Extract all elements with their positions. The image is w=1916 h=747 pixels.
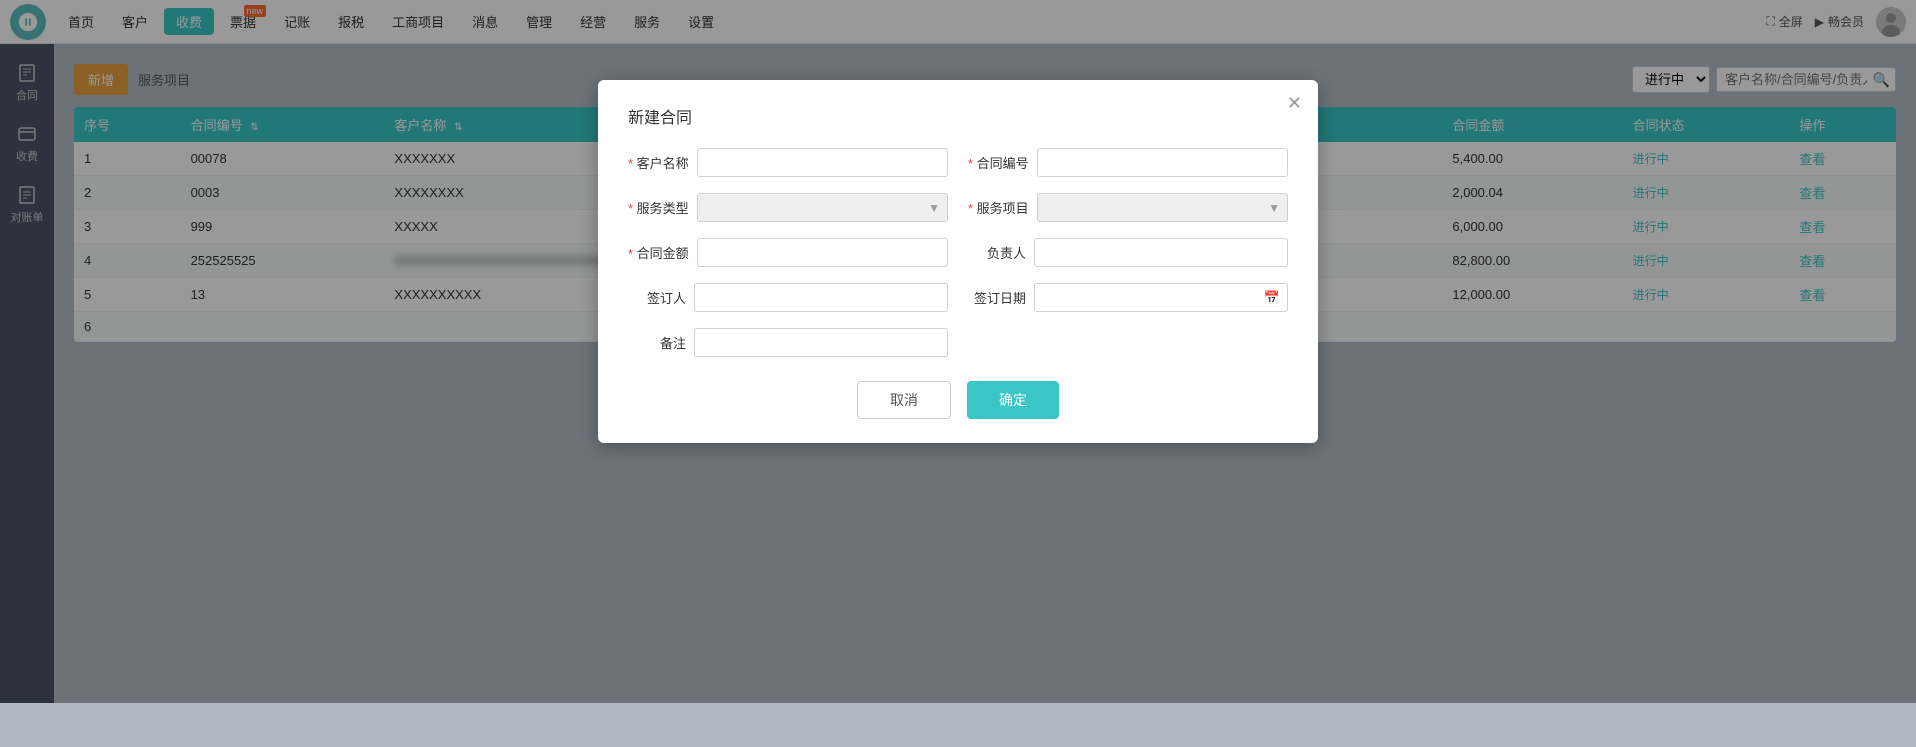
confirm-button[interactable]: 确定: [967, 381, 1059, 419]
remark-input[interactable]: [694, 328, 948, 357]
sign-date-label: 签订日期: [968, 288, 1026, 307]
service-item-label: 服务项目: [968, 198, 1029, 217]
dialog-close-button[interactable]: ✕: [1287, 94, 1302, 112]
remark-group: 备注: [628, 328, 948, 357]
contract-no-label: 合同编号: [968, 153, 1029, 172]
customer-name-label: 客户名称: [628, 153, 689, 172]
sign-date-input[interactable]: 2023-06-06: [1034, 283, 1288, 312]
modal-overlay: 新建合同 ✕ 客户名称 合同编号 服务类型 ▼ 服务项目: [0, 0, 1916, 703]
cancel-button[interactable]: 取消: [857, 381, 951, 419]
dialog-footer: 取消 确定: [628, 381, 1288, 419]
form-row-4: 签订人 签订日期 2023-06-06 📅: [628, 283, 1288, 312]
service-item-select-wrap: ▼: [1037, 193, 1288, 222]
signer-group: 签订人: [628, 283, 948, 312]
signer-label: 签订人: [628, 288, 686, 307]
service-type-label: 服务类型: [628, 198, 689, 217]
responsible-input[interactable]: [1034, 238, 1288, 267]
form-row-2: 服务类型 ▼ 服务项目 ▼: [628, 193, 1288, 222]
sign-date-group: 签订日期 2023-06-06 📅: [968, 283, 1288, 312]
calendar-icon[interactable]: 📅: [1264, 290, 1280, 306]
responsible-group: 负责人: [968, 238, 1288, 267]
amount-label: 合同金额: [628, 243, 689, 262]
service-type-group: 服务类型 ▼: [628, 193, 948, 222]
signer-input[interactable]: [694, 283, 948, 312]
service-type-select[interactable]: [697, 193, 948, 222]
dialog-title: 新建合同: [628, 104, 1288, 128]
service-item-group: 服务项目 ▼: [968, 193, 1288, 222]
service-type-select-wrap: ▼: [697, 193, 948, 222]
responsible-label: 负责人: [968, 243, 1026, 262]
service-item-select[interactable]: [1037, 193, 1288, 222]
remark-label: 备注: [628, 333, 686, 352]
form-row-5: 备注: [628, 328, 1288, 357]
amount-input[interactable]: 0.00: [697, 238, 948, 267]
contract-no-input[interactable]: [1037, 148, 1288, 177]
new-contract-dialog: 新建合同 ✕ 客户名称 合同编号 服务类型 ▼ 服务项目: [598, 80, 1318, 443]
form-row-3: 合同金额 0.00 负责人: [628, 238, 1288, 267]
form-row-1: 客户名称 合同编号: [628, 148, 1288, 177]
contract-no-group: 合同编号: [968, 148, 1288, 177]
amount-group: 合同金额 0.00: [628, 238, 948, 267]
customer-name-input[interactable]: [697, 148, 948, 177]
sign-date-wrap: 2023-06-06 📅: [1034, 283, 1288, 312]
customer-name-group: 客户名称: [628, 148, 948, 177]
